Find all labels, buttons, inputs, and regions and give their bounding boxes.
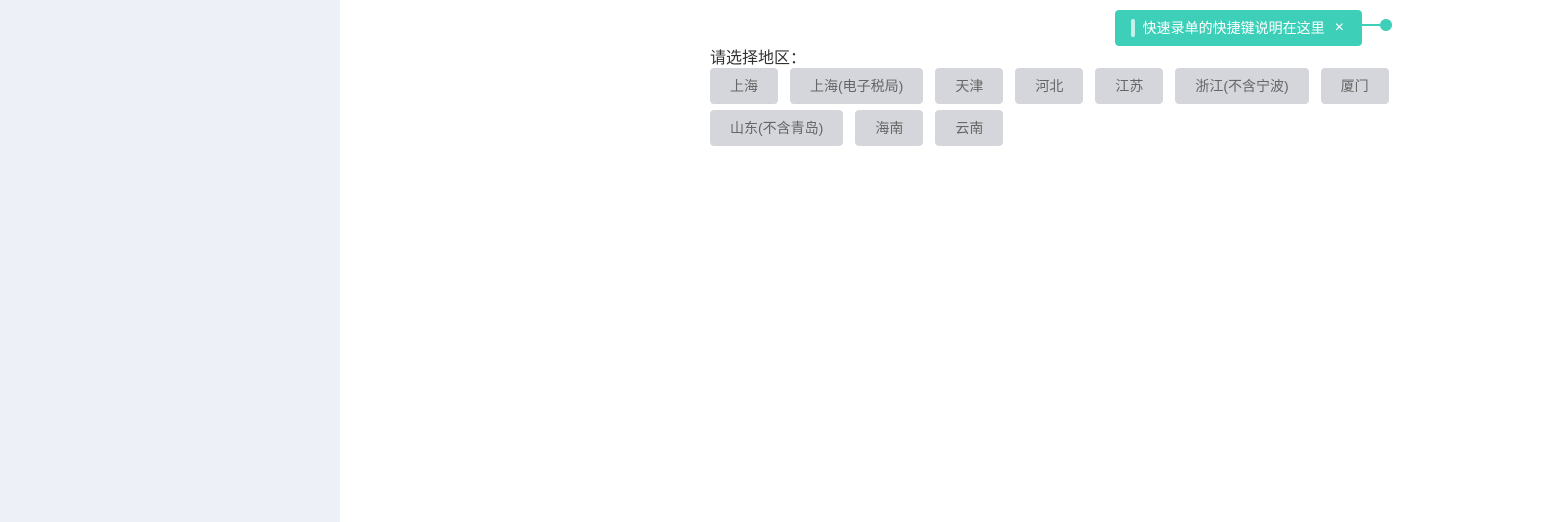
region-btn-jiangsu[interactable]: 江苏 xyxy=(1095,68,1163,104)
region-row2: 山东(不含青岛) 海南 云南 xyxy=(710,110,1003,146)
region-btn-zhejiang[interactable]: 浙江(不含宁波) xyxy=(1175,68,1308,104)
region-btn-hebei[interactable]: 河北 xyxy=(1015,68,1083,104)
main-content: 请选择地区： 上海 上海(电子税局) 天津 河北 江苏 浙江(不含宁波) 厦门 … xyxy=(340,0,1562,522)
region-btn-shanghai-etax[interactable]: 上海(电子税局) xyxy=(790,68,923,104)
tooltip-close-button[interactable]: × xyxy=(1333,20,1346,36)
tooltip-bar xyxy=(1131,19,1135,37)
region-btn-shanghai[interactable]: 上海 xyxy=(710,68,778,104)
left-sidebar xyxy=(0,0,340,522)
tooltip-text: 快速录单的快捷键说明在这里 xyxy=(1143,18,1325,38)
region-btn-yunnan[interactable]: 云南 xyxy=(935,110,1003,146)
region-btn-tianjin[interactable]: 天津 xyxy=(935,68,1003,104)
region-btn-hainan[interactable]: 海南 xyxy=(855,110,923,146)
region-btn-shandong[interactable]: 山东(不含青岛) xyxy=(710,110,843,146)
region-row1: 上海 上海(电子税局) 天津 河北 江苏 浙江(不含宁波) 厦门 xyxy=(710,68,1389,104)
page-label: 请选择地区： xyxy=(710,44,806,68)
tooltip-banner: 快速录单的快捷键说明在这里 × xyxy=(1115,10,1362,46)
region-btn-xiamen[interactable]: 厦门 xyxy=(1321,68,1389,104)
tooltip-dot-indicator xyxy=(1380,19,1392,31)
